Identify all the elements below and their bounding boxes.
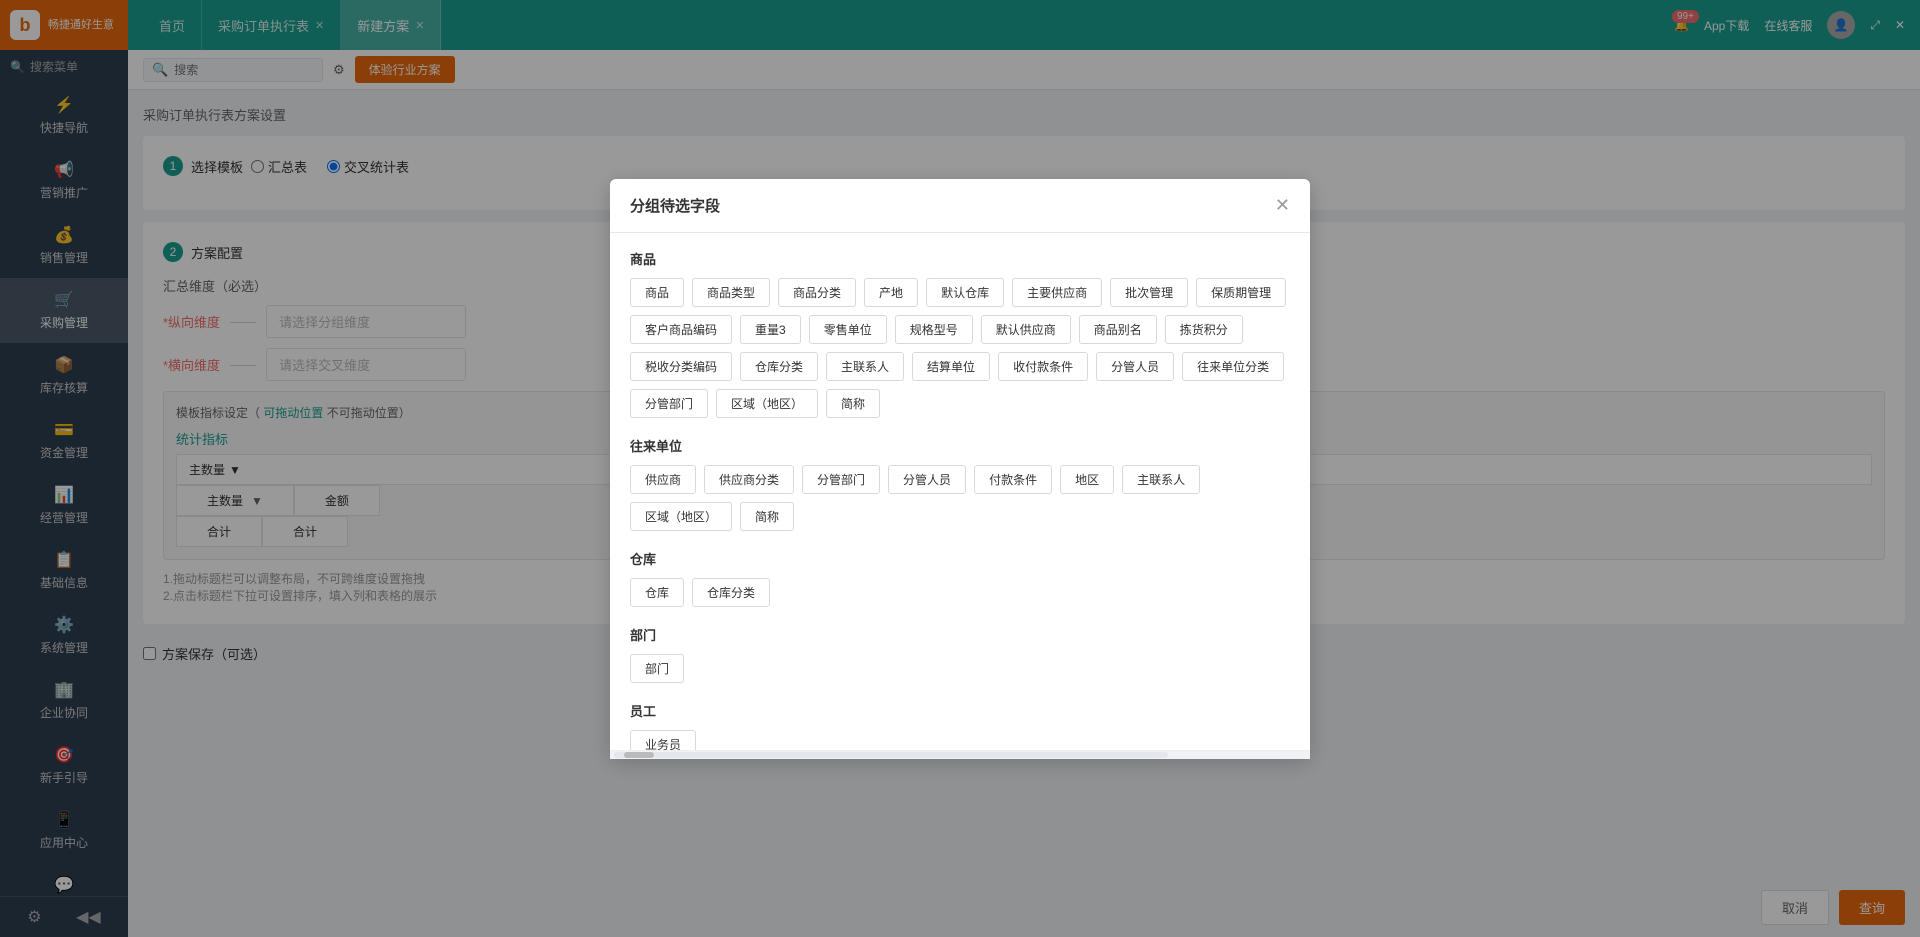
field-tag-tax-category[interactable]: 税收分类编码 (630, 352, 732, 381)
field-tag-payment-terms[interactable]: 收付款条件 (998, 352, 1088, 381)
field-section-warehouse: 仓库仓库仓库分类 (630, 549, 1290, 607)
field-tag-warehouse-category2[interactable]: 仓库分类 (692, 578, 770, 607)
field-section-title-warehouse: 仓库 (630, 549, 1290, 568)
field-tag-partner-region2[interactable]: 区域（地区） (630, 502, 732, 531)
field-tags-warehouse: 仓库仓库分类 (630, 578, 1290, 607)
field-tags-department: 部门 (630, 654, 1290, 683)
field-tag-retail-unit[interactable]: 零售单位 (809, 315, 887, 344)
field-tag-supplier[interactable]: 供应商 (630, 465, 696, 494)
field-section-title-partner: 往来单位 (630, 436, 1290, 455)
field-tag-batch-management[interactable]: 批次管理 (1110, 278, 1188, 307)
modal-close-button[interactable]: ✕ (1275, 195, 1290, 216)
modal-scrollbar[interactable] (610, 750, 1310, 758)
modal-body[interactable]: 商品商品商品类型商品分类产地默认仓库主要供应商批次管理保质期管理客户商品编码重量… (610, 233, 1310, 751)
field-tag-dept[interactable]: 部门 (630, 654, 684, 683)
field-tag-product-category[interactable]: 商品分类 (778, 278, 856, 307)
modal-header: 分组待选字段 ✕ (610, 179, 1310, 233)
field-tag-managing-dept[interactable]: 分管部门 (630, 389, 708, 418)
field-tag-product-type[interactable]: 商品类型 (692, 278, 770, 307)
field-tag-warehouse[interactable]: 仓库 (630, 578, 684, 607)
modal-title: 分组待选字段 (630, 195, 720, 216)
field-section-department: 部门部门 (630, 625, 1290, 683)
field-tag-lottery-points[interactable]: 拣货积分 (1165, 315, 1243, 344)
field-tag-warehouse-category[interactable]: 仓库分类 (740, 352, 818, 381)
field-tag-main-supplier[interactable]: 主要供应商 (1012, 278, 1102, 307)
field-tag-origin[interactable]: 产地 (864, 278, 918, 307)
field-tag-partner-manager[interactable]: 分管人员 (888, 465, 966, 494)
field-tag-expiry-management[interactable]: 保质期管理 (1196, 278, 1286, 307)
field-tag-supplier-category[interactable]: 供应商分类 (704, 465, 794, 494)
field-tag-weight3[interactable]: 重量3 (740, 315, 801, 344)
field-tag-spec-type[interactable]: 规格型号 (895, 315, 973, 344)
field-tag-partner-abbr[interactable]: 简称 (740, 502, 794, 531)
modal-overlay: 分组待选字段 ✕ 商品商品商品类型商品分类产地默认仓库主要供应商批次管理保质期管… (0, 0, 1920, 937)
field-tag-salesperson[interactable]: 业务员 (630, 730, 696, 751)
field-section-title-product: 商品 (630, 249, 1290, 268)
field-tag-product-alias[interactable]: 商品别名 (1079, 315, 1157, 344)
field-tag-abbr[interactable]: 简称 (826, 389, 880, 418)
field-section-title-department: 部门 (630, 625, 1290, 644)
field-section-product: 商品商品商品类型商品分类产地默认仓库主要供应商批次管理保质期管理客户商品编码重量… (630, 249, 1290, 418)
field-tag-payment-condition[interactable]: 付款条件 (974, 465, 1052, 494)
field-tag-partner-dept[interactable]: 分管部门 (802, 465, 880, 494)
field-tag-manager[interactable]: 分管人员 (1096, 352, 1174, 381)
field-tag-partner-contact[interactable]: 主联系人 (1122, 465, 1200, 494)
field-section-title-employee: 员工 (630, 701, 1290, 720)
field-tag-default-warehouse[interactable]: 默认仓库 (926, 278, 1004, 307)
field-tag-customer-code[interactable]: 客户商品编码 (630, 315, 732, 344)
field-tags-partner: 供应商供应商分类分管部门分管人员付款条件地区主联系人区域（地区） 简称 (630, 465, 1290, 531)
field-tag-main-contact[interactable]: 主联系人 (826, 352, 904, 381)
field-section-employee: 员工业务员 (630, 701, 1290, 751)
field-tag-product[interactable]: 商品 (630, 278, 684, 307)
field-tags-product: 商品商品类型商品分类产地默认仓库主要供应商批次管理保质期管理客户商品编码重量3 零… (630, 278, 1290, 418)
field-section-partner: 往来单位供应商供应商分类分管部门分管人员付款条件地区主联系人区域（地区） 简称 (630, 436, 1290, 531)
field-tag-source-unit[interactable]: 往来单位分类 (1182, 352, 1284, 381)
field-tag-default-supplier[interactable]: 默认供应商 (981, 315, 1071, 344)
field-tag-partner-region[interactable]: 地区 (1060, 465, 1114, 494)
field-tag-region-district[interactable]: 区域（地区） (716, 389, 818, 418)
field-tags-employee: 业务员 (630, 730, 1290, 751)
field-select-modal: 分组待选字段 ✕ 商品商品商品类型商品分类产地默认仓库主要供应商批次管理保质期管… (610, 179, 1310, 759)
field-tag-settlement-unit[interactable]: 结算单位 (912, 352, 990, 381)
